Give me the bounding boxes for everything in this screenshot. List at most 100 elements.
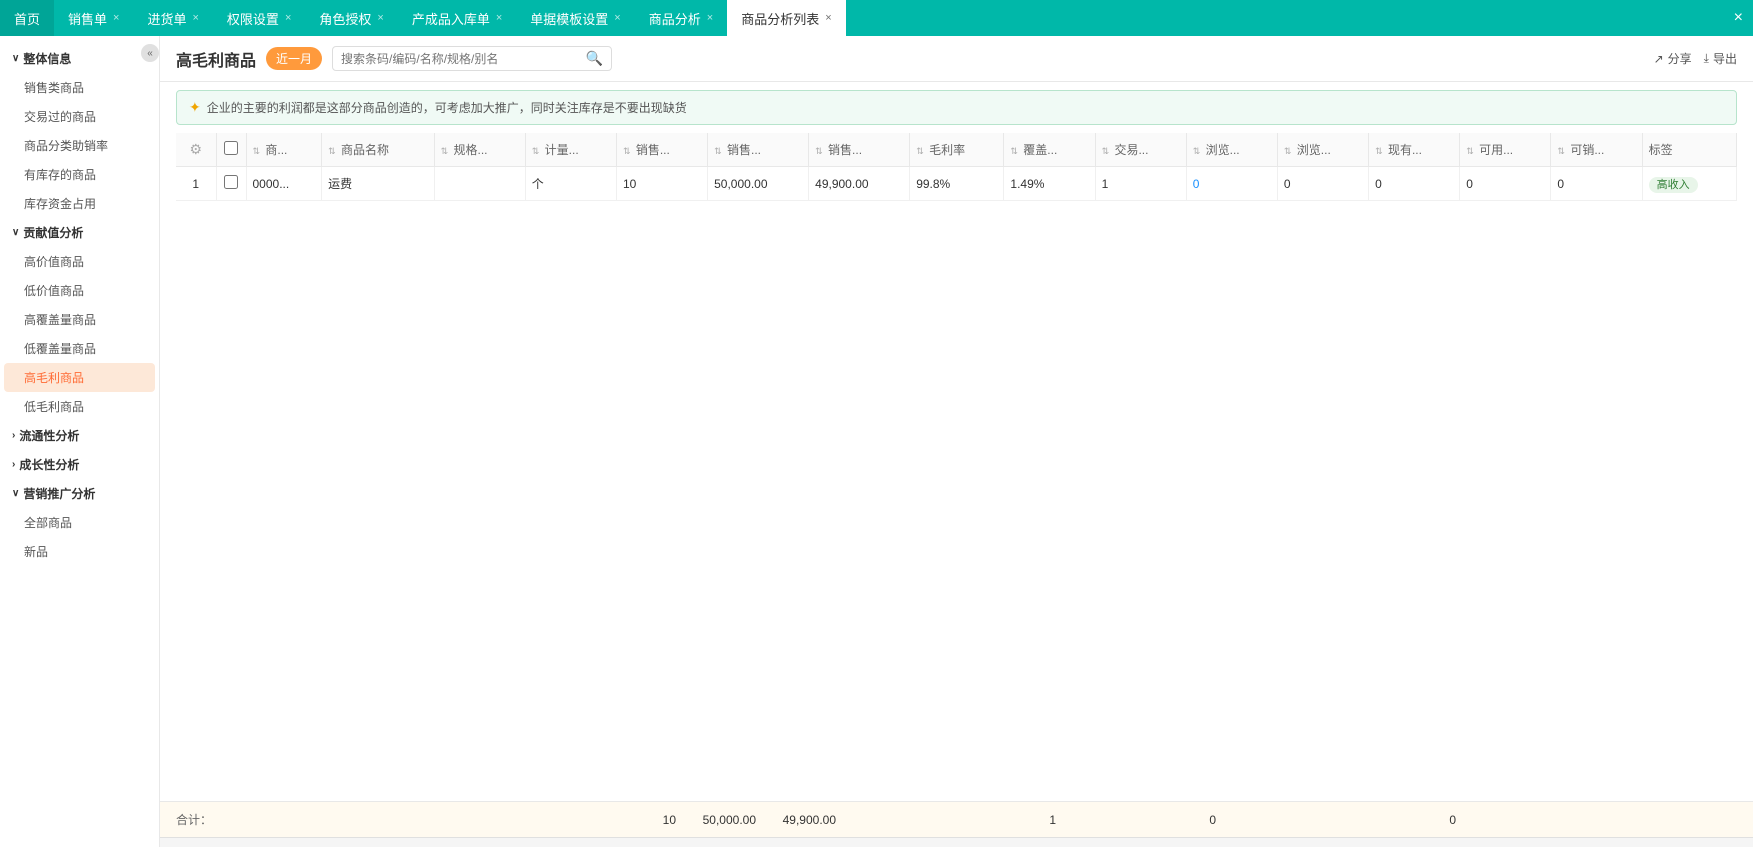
nav-template[interactable]: 单据模板设置 ×	[516, 0, 634, 36]
sidebar-item-low-margin[interactable]: 低毛利商品	[0, 392, 159, 421]
nav-finished[interactable]: 产成品入库单 ×	[398, 0, 516, 36]
main-layout: « ∨ 整体信息 销售类商品 交易过的商品 商品分类助销率 有库存的商品 库存资…	[0, 36, 1753, 847]
sidebar-item-all-goods[interactable]: 全部商品	[0, 508, 159, 537]
col-header-available[interactable]: ⇅ 可用...	[1460, 133, 1551, 167]
window-close-icon[interactable]: ×	[1734, 9, 1743, 27]
nav-sales-label: 销售单	[68, 9, 107, 28]
sidebar-item-new-goods-label: 新品	[24, 545, 48, 559]
col-header-name[interactable]: ⇅ 商品名称	[322, 133, 434, 167]
sidebar-item-new-goods[interactable]: 新品	[0, 537, 159, 566]
sidebar-item-sales-goods[interactable]: 销售类商品	[0, 73, 159, 102]
select-all-checkbox[interactable]	[224, 141, 238, 155]
sidebar-group-marketing[interactable]: ∨ 营销推广分析	[0, 479, 159, 508]
footer-views2: 0	[1142, 813, 1222, 827]
col-header-spec[interactable]: ⇅ 规格...	[434, 133, 525, 167]
nav-template-close[interactable]: ×	[614, 12, 620, 24]
col-sort-available: ⇅	[1466, 146, 1474, 156]
group-label-contribution: 贡献值分析	[23, 224, 83, 241]
cell-check[interactable]	[216, 167, 246, 201]
settings-icon[interactable]: ⚙	[189, 141, 202, 157]
group-label-marketing: 营销推广分析	[23, 485, 95, 502]
nav-sales[interactable]: 销售单 ×	[54, 0, 133, 36]
col-header-coverage[interactable]: ⇅ 覆盖...	[1004, 133, 1095, 167]
sidebar-item-traded-goods[interactable]: 交易过的商品	[0, 102, 159, 131]
col-header-gross-margin[interactable]: ⇅ 毛利率	[910, 133, 1004, 167]
cell-num: 1	[176, 167, 216, 201]
col-header-sales-qty[interactable]: ⇅ 销售...	[616, 133, 707, 167]
col-header-views1[interactable]: ⇅ 浏览...	[1186, 133, 1277, 167]
sidebar-item-high-value[interactable]: 高价值商品	[0, 247, 159, 276]
cell-views1[interactable]: 0	[1186, 167, 1277, 201]
search-icon[interactable]: 🔍	[586, 50, 603, 67]
collapse-icon: «	[147, 48, 153, 59]
col-label-sales-qty: 销售...	[636, 143, 670, 157]
sidebar-item-all-goods-label: 全部商品	[24, 516, 72, 530]
sidebar-collapse-button[interactable]: «	[141, 44, 159, 62]
time-filter-button[interactable]: 近一月	[266, 47, 322, 70]
nav-home[interactable]: 首页	[0, 0, 54, 36]
cell-sales-qty: 10	[616, 167, 707, 201]
sidebar-item-high-coverage-label: 高覆盖量商品	[24, 313, 96, 327]
sidebar-item-low-coverage[interactable]: 低覆盖量商品	[0, 334, 159, 363]
nav-role[interactable]: 角色授权 ×	[305, 0, 397, 36]
nav-analysis[interactable]: 商品分析 ×	[635, 0, 727, 36]
export-button[interactable]: ⤓ 导出	[1704, 50, 1737, 67]
col-label-saleable: 可销...	[1570, 143, 1604, 157]
export-icon: ⤓	[1704, 51, 1709, 66]
col-label-name: 商品名称	[341, 143, 389, 157]
export-label: 导出	[1713, 50, 1737, 67]
sidebar-item-low-value[interactable]: 低价值商品	[0, 276, 159, 305]
nav-role-close[interactable]: ×	[377, 12, 383, 24]
col-header-tag[interactable]: 标签	[1642, 133, 1736, 167]
col-header-unit[interactable]: ⇅ 计量...	[525, 133, 616, 167]
nav-sales-close[interactable]: ×	[113, 12, 119, 24]
nav-analysis-list-label: 商品分析列表	[741, 9, 819, 28]
sidebar: « ∨ 整体信息 销售类商品 交易过的商品 商品分类助销率 有库存的商品 库存资…	[0, 36, 160, 847]
sidebar-group-flow[interactable]: › 流通性分析	[0, 421, 159, 450]
share-button[interactable]: ↗ 分享	[1654, 50, 1692, 67]
search-input[interactable]	[341, 52, 586, 66]
sidebar-item-high-coverage[interactable]: 高覆盖量商品	[0, 305, 159, 334]
row-checkbox[interactable]	[224, 175, 238, 189]
nav-role-label: 角色授权	[319, 9, 371, 28]
share-label: 分享	[1668, 50, 1692, 67]
nav-analysis-list-close[interactable]: ×	[825, 12, 831, 24]
nav-analysis-list[interactable]: 商品分析列表 ×	[727, 0, 845, 36]
cell-saleable: 0	[1551, 167, 1642, 201]
col-header-code[interactable]: ⇅ 商...	[246, 133, 322, 167]
sidebar-group-overall[interactable]: ∨ 整体信息	[0, 44, 159, 73]
col-header-sales-cost[interactable]: ⇅ 销售...	[809, 133, 910, 167]
sidebar-item-high-margin-label: 高毛利商品	[24, 371, 84, 385]
group-arrow-growth: ›	[12, 459, 15, 470]
info-text: 企业的主要的利润都是这部分商品创造的，可考虑加大推广，同时关注库存是不要出现缺货	[207, 99, 687, 116]
nav-permission-close[interactable]: ×	[285, 12, 291, 24]
bottom-scrollbar[interactable]	[160, 837, 1753, 847]
sidebar-item-stock-fund[interactable]: 库存资金占用	[0, 189, 159, 218]
share-icon: ↗	[1654, 52, 1664, 66]
nav-purchase-close[interactable]: ×	[192, 12, 198, 24]
sidebar-item-low-coverage-label: 低覆盖量商品	[24, 342, 96, 356]
col-header-transaction[interactable]: ⇅ 交易...	[1095, 133, 1186, 167]
nav-finished-close[interactable]: ×	[496, 12, 502, 24]
sidebar-item-high-margin[interactable]: 高毛利商品	[4, 363, 155, 392]
col-header-check[interactable]	[216, 133, 246, 167]
content-header: 高毛利商品 近一月 🔍 ↗ 分享 ⤓ 导出	[160, 36, 1753, 82]
sidebar-group-growth[interactable]: › 成长性分析	[0, 450, 159, 479]
col-header-saleable[interactable]: ⇅ 可销...	[1551, 133, 1642, 167]
sidebar-item-sales-goods-label: 销售类商品	[24, 81, 84, 95]
sidebar-item-stock-goods[interactable]: 有库存的商品	[0, 160, 159, 189]
col-label-views1: 浏览...	[1206, 143, 1240, 157]
cell-sales-amount: 50,000.00	[708, 167, 809, 201]
col-sort-transaction: ⇅	[1102, 146, 1110, 156]
col-header-views2[interactable]: ⇅ 浏览...	[1277, 133, 1368, 167]
nav-purchase[interactable]: 进货单 ×	[133, 0, 212, 36]
col-header-settings[interactable]: ⚙	[176, 133, 216, 167]
sidebar-group-contribution[interactable]: ∨ 贡献值分析	[0, 218, 159, 247]
nav-analysis-close[interactable]: ×	[707, 12, 713, 24]
col-sort-spec: ⇅	[441, 146, 449, 156]
nav-permission[interactable]: 权限设置 ×	[213, 0, 305, 36]
col-header-current-stock[interactable]: ⇅ 现有...	[1369, 133, 1460, 167]
sidebar-item-low-margin-label: 低毛利商品	[24, 400, 84, 414]
sidebar-item-category-rate[interactable]: 商品分类助销率	[0, 131, 159, 160]
col-header-sales-amount[interactable]: ⇅ 销售...	[708, 133, 809, 167]
